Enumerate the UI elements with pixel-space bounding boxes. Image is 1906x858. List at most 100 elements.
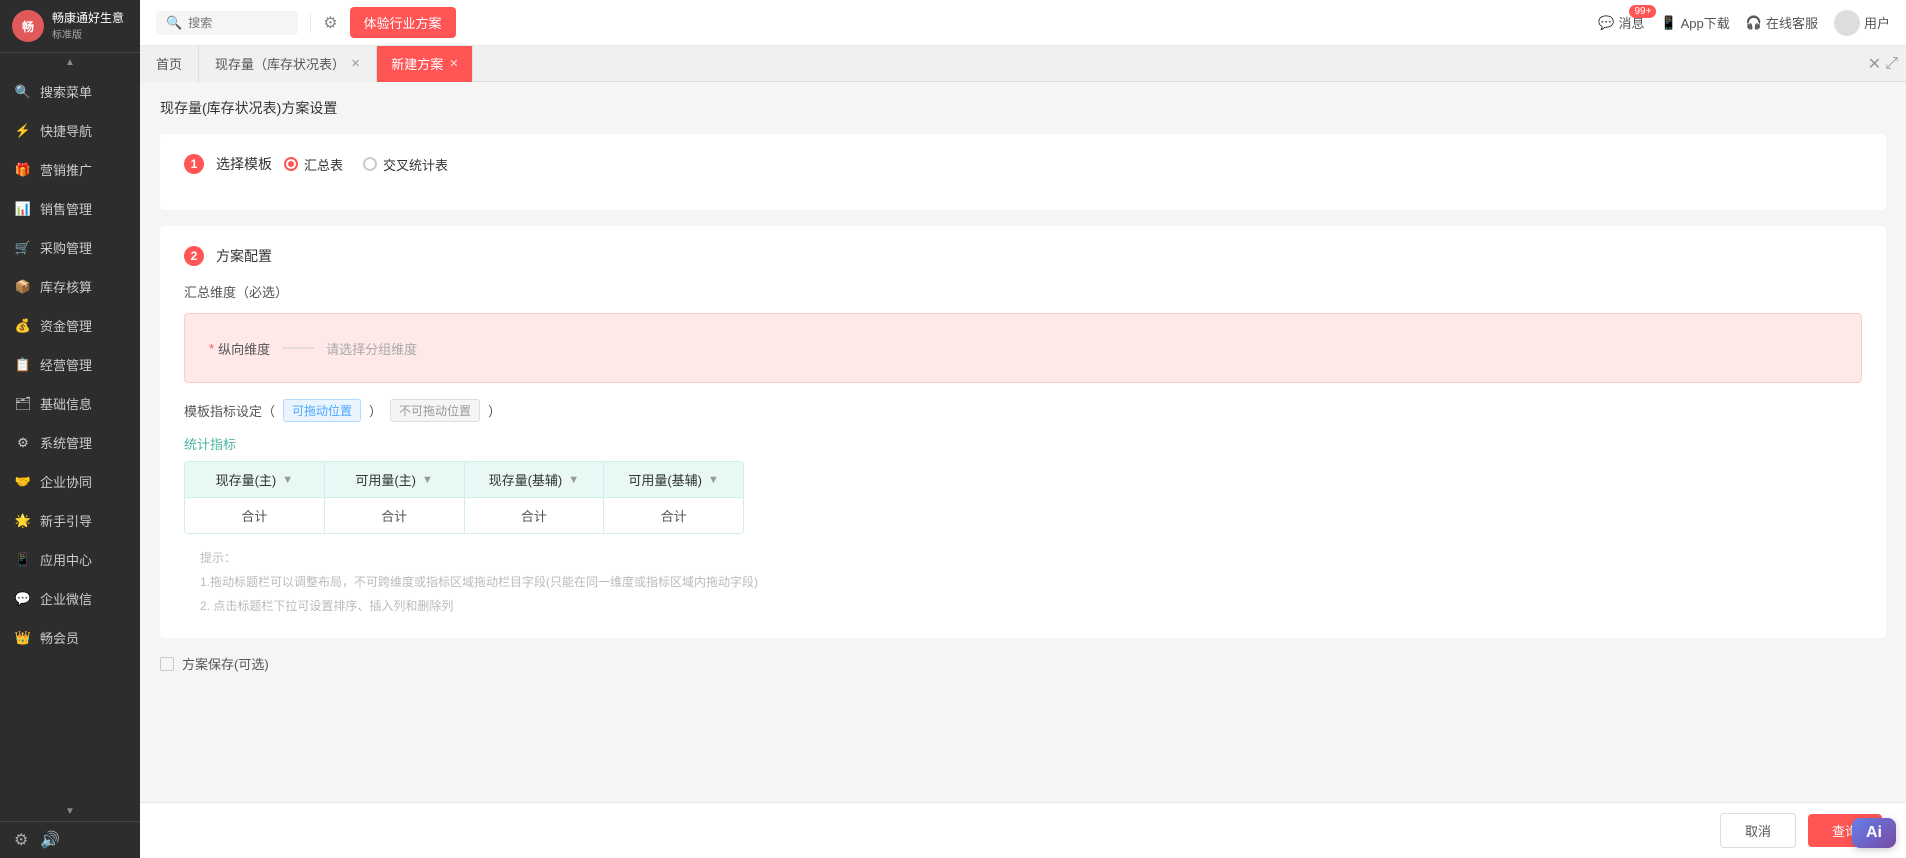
sidebar-item-wechat[interactable]: 💬 企业微信: [0, 579, 140, 618]
indicators-close-paren: ）: [488, 401, 501, 420]
page-title: 现存量(库存状况表)方案设置: [160, 98, 1886, 118]
stats-col-1-label: 可用量(主): [355, 470, 416, 489]
stats-col-3-label: 可用量(基辅): [628, 470, 702, 489]
search-box[interactable]: 🔍: [156, 11, 298, 35]
expand-icon[interactable]: ⤢: [1885, 55, 1898, 73]
sidebar-item-inventory[interactable]: 📦 库存核算: [0, 267, 140, 306]
cooperation-icon: 🤝: [14, 473, 32, 491]
app-logo-icon: 畅: [12, 10, 44, 42]
dimension-separator: ——: [282, 339, 314, 357]
sidebar-scroll-up[interactable]: ▲: [0, 53, 140, 72]
radio-cross-table[interactable]: 交叉统计表: [363, 155, 448, 174]
tab-inventory-label: 现存量（库存状况表）: [215, 54, 345, 73]
tab-new-plan[interactable]: 新建方案 ✕: [377, 46, 473, 82]
sidebar-nav: 🔍 搜索菜单 ⚡ 快捷导航 🎁 营销推广 📊 销售管理 🛒 采购管理 📦 库存核…: [0, 72, 140, 802]
sidebar-item-finance[interactable]: 💰 资金管理: [0, 306, 140, 345]
guide-icon: 🌟: [14, 512, 32, 530]
indicators-setting: 模板指标设定（ 可拖动位置 ） 不可拖动位置 ） 统计指标 现存量(主) ▼: [184, 399, 1862, 534]
chevron-down-icon: ▼: [282, 474, 293, 486]
sidebar-item-marketing[interactable]: 🎁 营销推广: [0, 150, 140, 189]
sidebar-item-label: 销售管理: [40, 199, 92, 218]
gear-icon[interactable]: ⚙: [323, 13, 337, 33]
summary-dim-label: 汇总维度（必选）: [184, 282, 1862, 301]
close-all-icon[interactable]: ✕: [1868, 54, 1881, 74]
sidebar-item-management[interactable]: 📋 经营管理: [0, 345, 140, 384]
user-name: 用户: [1864, 13, 1890, 32]
stats-cell-0: 合计: [185, 498, 325, 533]
stats-col-0[interactable]: 现存量(主) ▼: [185, 462, 325, 497]
step1-badge: 1: [184, 154, 204, 174]
tip-1: 1.拖动标题栏可以调整布局，不可跨维度或指标区域拖动栏目字段(只能在同一维度或指…: [200, 570, 1862, 594]
wechat-icon: 💬: [14, 590, 32, 608]
user-menu[interactable]: 用户: [1834, 10, 1890, 36]
sidebar-item-sales[interactable]: 📊 销售管理: [0, 189, 140, 228]
dimension-area[interactable]: * 纵向维度 —— 请选择分组维度: [184, 313, 1862, 383]
main-area: 🔍 ⚙ 体验行业方案 💬 消息 99+ 📱 App下载 🎧 在线客服 用户: [140, 0, 1906, 858]
save-checkbox[interactable]: [160, 657, 174, 671]
topbar: 🔍 ⚙ 体验行业方案 💬 消息 99+ 📱 App下载 🎧 在线客服 用户: [140, 0, 1906, 46]
sidebar-scroll-down[interactable]: ▼: [0, 802, 140, 821]
cancel-button[interactable]: 取消: [1720, 813, 1796, 848]
ai-badge[interactable]: Ai: [1852, 818, 1896, 848]
radio-cross-dot: [363, 157, 377, 171]
sidebar-item-system[interactable]: ⚙ 系统管理: [0, 423, 140, 462]
stats-cell-3: 合计: [604, 498, 743, 533]
trial-button[interactable]: 体验行业方案: [350, 7, 456, 38]
save-option: 方案保存(可选): [160, 654, 1886, 673]
sidebar-item-label: 资金管理: [40, 316, 92, 335]
sidebar-item-label: 营销推广: [40, 160, 92, 179]
sidebar-item-cooperation[interactable]: 🤝 企业协同: [0, 462, 140, 501]
radio-cross-label: 交叉统计表: [383, 155, 448, 174]
message-button[interactable]: 💬 消息 99+: [1598, 13, 1644, 32]
required-mark: *: [209, 341, 214, 356]
service-label: 在线客服: [1766, 13, 1818, 32]
sidebar-item-label: 经营管理: [40, 355, 92, 374]
sidebar-item-guide[interactable]: 🌟 新手引导: [0, 501, 140, 540]
radio-summary-table[interactable]: 汇总表: [284, 155, 343, 174]
sidebar-item-app-center[interactable]: 📱 应用中心: [0, 540, 140, 579]
tab-home[interactable]: 首页: [140, 46, 199, 82]
app-label: App下载: [1681, 13, 1730, 32]
inventory-icon: 📦: [14, 278, 32, 296]
management-icon: 📋: [14, 356, 32, 374]
stats-col-1[interactable]: 可用量(主) ▼: [325, 462, 465, 497]
tab-inventory[interactable]: 现存量（库存状况表） ✕: [199, 46, 377, 82]
tips-title: 提示：: [200, 546, 1862, 570]
topbar-right: 💬 消息 99+ 📱 App下载 🎧 在线客服 用户: [1598, 10, 1890, 36]
sidebar-item-member[interactable]: 👑 畅会员: [0, 618, 140, 657]
section-plan-config: 2 方案配置 汇总维度（必选） * 纵向维度 —— 请选择分组维度 模板指标设定…: [160, 226, 1886, 638]
app-name: 畅康通好生意: [52, 11, 124, 27]
sidebar-item-label: 库存核算: [40, 277, 92, 296]
sidebar-item-basic-info[interactable]: 🗂 基础信息: [0, 384, 140, 423]
search-icon: 🔍: [14, 83, 32, 101]
tab-inventory-close-icon[interactable]: ✕: [351, 57, 360, 70]
service-icon: 🎧: [1746, 15, 1762, 31]
speaker-icon[interactable]: 🔊: [40, 830, 60, 850]
app-icon: 📱: [1660, 15, 1676, 31]
sidebar-item-quick-nav[interactable]: ⚡ 快捷导航: [0, 111, 140, 150]
radio-summary-dot: [284, 157, 298, 171]
tab-home-label: 首页: [156, 54, 182, 73]
sidebar-item-label: 企业微信: [40, 589, 92, 608]
save-label: 方案保存(可选): [182, 654, 269, 673]
tab-new-close-icon[interactable]: ✕: [449, 57, 458, 70]
chevron-down-icon: ▼: [708, 474, 719, 486]
sidebar-item-purchase[interactable]: 🛒 采购管理: [0, 228, 140, 267]
app-download-button[interactable]: 📱 App下载: [1660, 13, 1729, 32]
step1-header: 1 选择模板 汇总表 交叉统计表: [184, 154, 1862, 174]
sidebar-item-search[interactable]: 🔍 搜索菜单: [0, 72, 140, 111]
sidebar-item-label: 基础信息: [40, 394, 92, 413]
sidebar-item-label: 系统管理: [40, 433, 92, 452]
no-drag-badge: 不可拖动位置: [390, 399, 480, 422]
basic-info-icon: 🗂: [14, 395, 32, 413]
stats-col-2[interactable]: 现存量(基辅) ▼: [465, 462, 605, 497]
section-choose-template: 1 选择模板 汇总表 交叉统计表: [160, 134, 1886, 210]
indicators-label-end: ）: [369, 401, 382, 420]
sidebar-item-label: 新手引导: [40, 511, 92, 530]
stats-col-3[interactable]: 可用量(基辅) ▼: [604, 462, 743, 497]
settings-icon[interactable]: ⚙: [14, 830, 28, 850]
app-edition: 标准版: [52, 26, 124, 41]
service-button[interactable]: 🎧 在线客服: [1746, 13, 1818, 32]
step2-badge: 2: [184, 246, 204, 266]
search-input[interactable]: [188, 16, 288, 30]
